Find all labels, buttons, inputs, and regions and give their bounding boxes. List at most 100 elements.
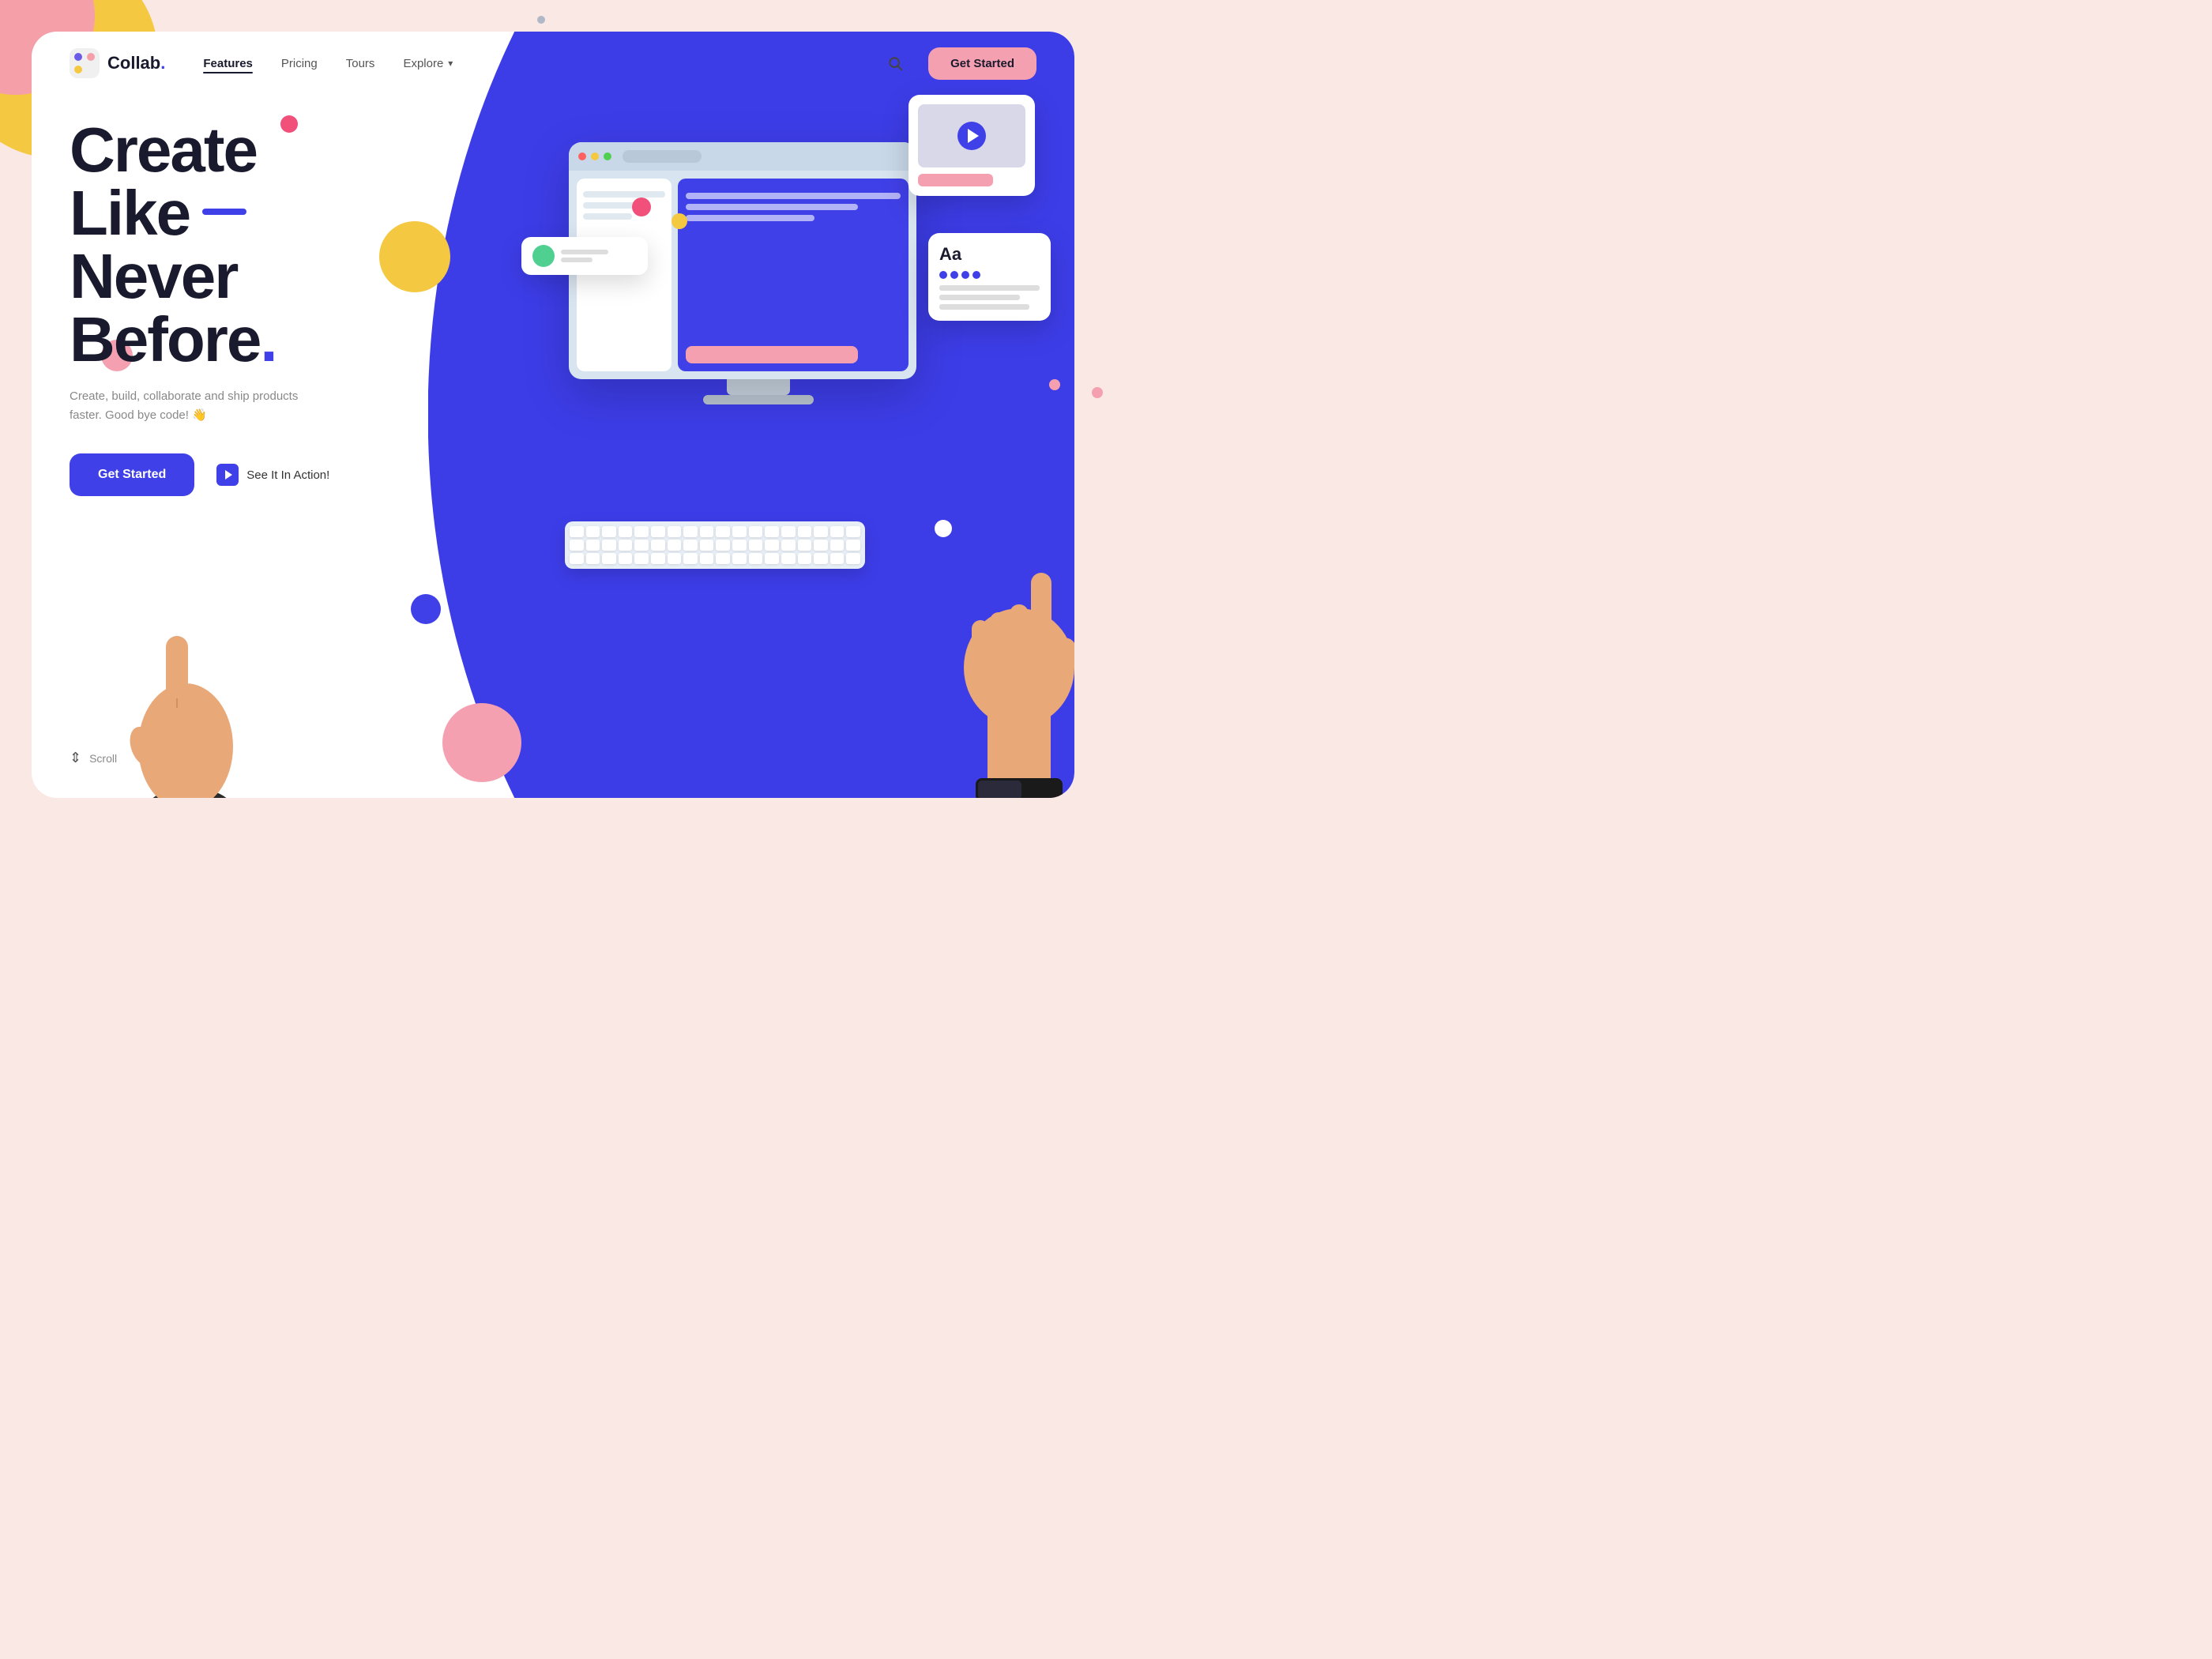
text-card-aa: Aa (939, 244, 1040, 265)
key (619, 526, 633, 537)
logo-text: Collab. (107, 53, 165, 73)
outer-dot-top (537, 16, 545, 24)
outer-dot-right (1092, 387, 1103, 398)
tool-dot-pink (632, 198, 651, 216)
nav-get-started-button[interactable]: Get Started (928, 47, 1036, 80)
right-panel-lines (686, 193, 901, 221)
r-line1 (686, 193, 901, 199)
main-card: Collab. Features Pricing Tours Explore ▾… (32, 32, 1074, 798)
monitor-base (703, 395, 814, 404)
video-thumbnail (918, 104, 1025, 167)
floating-text-card: Aa (928, 233, 1051, 321)
sel-dot1 (939, 271, 947, 279)
see-in-action-button[interactable]: See It In Action! (216, 464, 329, 486)
search-icon (887, 55, 903, 71)
key (749, 553, 763, 564)
card-line2 (561, 258, 592, 262)
video-caption-bar (918, 174, 993, 186)
hero-line3: Never (70, 245, 417, 308)
key (814, 526, 828, 537)
key (765, 553, 779, 564)
scroll-arrows-icon: ⇕ (70, 750, 81, 766)
nav-explore[interactable]: Explore ▾ (403, 57, 453, 70)
hero-line4: Before. (70, 308, 417, 371)
keyboard (565, 521, 865, 569)
panel-pink-bar (686, 346, 858, 363)
floating-chat-card (521, 237, 648, 275)
r-line3 (686, 215, 814, 221)
key (668, 526, 682, 537)
key (586, 540, 600, 551)
play-triangle (225, 470, 232, 480)
key (634, 526, 649, 537)
key (781, 553, 796, 564)
nav-tours[interactable]: Tours (346, 57, 375, 70)
key (586, 526, 600, 537)
key (651, 553, 665, 564)
hero-actions: Get Started See It In Action! (70, 453, 417, 496)
selection-dots (939, 271, 1040, 279)
key (619, 540, 633, 551)
key (765, 526, 779, 537)
nav-features[interactable]: Features (203, 57, 253, 70)
video-play-button[interactable] (957, 122, 986, 150)
key (586, 553, 600, 564)
hero-get-started-button[interactable]: Get Started (70, 453, 194, 496)
text-card-lines (939, 285, 1040, 310)
monitor-content (569, 171, 916, 379)
see-in-action-label: See It In Action! (246, 468, 329, 482)
tc-line1 (939, 285, 1040, 291)
key (716, 526, 730, 537)
user-avatar (532, 245, 555, 267)
line3 (583, 213, 632, 220)
left-panel-lines (583, 191, 665, 220)
key (814, 553, 828, 564)
line1 (583, 191, 665, 198)
key (634, 553, 649, 564)
key (602, 526, 616, 537)
deco-blue-bottom (411, 594, 441, 624)
key (781, 526, 796, 537)
nav-pricing[interactable]: Pricing (281, 57, 318, 70)
key (846, 526, 860, 537)
hand-right-container (908, 525, 1074, 798)
underline-decoration (202, 209, 246, 215)
floating-video-card (908, 95, 1035, 196)
key (732, 540, 747, 551)
sel-dot2 (950, 271, 958, 279)
hero-content: Create Like Never Before. Create, build,… (70, 118, 417, 496)
logo-dot-pink (87, 53, 95, 61)
key (798, 553, 812, 564)
key (814, 540, 828, 551)
search-button[interactable] (881, 49, 909, 77)
monitor-mockup (569, 142, 948, 411)
key (700, 526, 714, 537)
key (732, 526, 747, 537)
browser-dot-green (604, 152, 611, 160)
key (683, 540, 698, 551)
key (716, 540, 730, 551)
monitor-right-panel (678, 179, 908, 371)
sel-dot3 (961, 271, 969, 279)
key (765, 540, 779, 551)
chevron-down-icon: ▾ (448, 58, 453, 69)
key (830, 553, 845, 564)
browser-search-bar (623, 150, 702, 163)
key (602, 553, 616, 564)
key (846, 553, 860, 564)
navbar: Collab. Features Pricing Tours Explore ▾… (32, 32, 1074, 95)
key (570, 553, 584, 564)
monitor-left-panel (577, 179, 672, 371)
key (619, 553, 633, 564)
logo-area[interactable]: Collab. (70, 48, 165, 78)
video-play-icon (968, 129, 979, 143)
browser-dot-red (578, 152, 586, 160)
key (651, 526, 665, 537)
browser-bar (569, 142, 916, 171)
monitor-stand (727, 379, 790, 395)
hero-subtext: Create, build, collaborate and ship prod… (70, 387, 322, 425)
key (570, 526, 584, 537)
key (651, 540, 665, 551)
browser-dot-yellow (591, 152, 599, 160)
hero-line1: Create (70, 118, 417, 182)
